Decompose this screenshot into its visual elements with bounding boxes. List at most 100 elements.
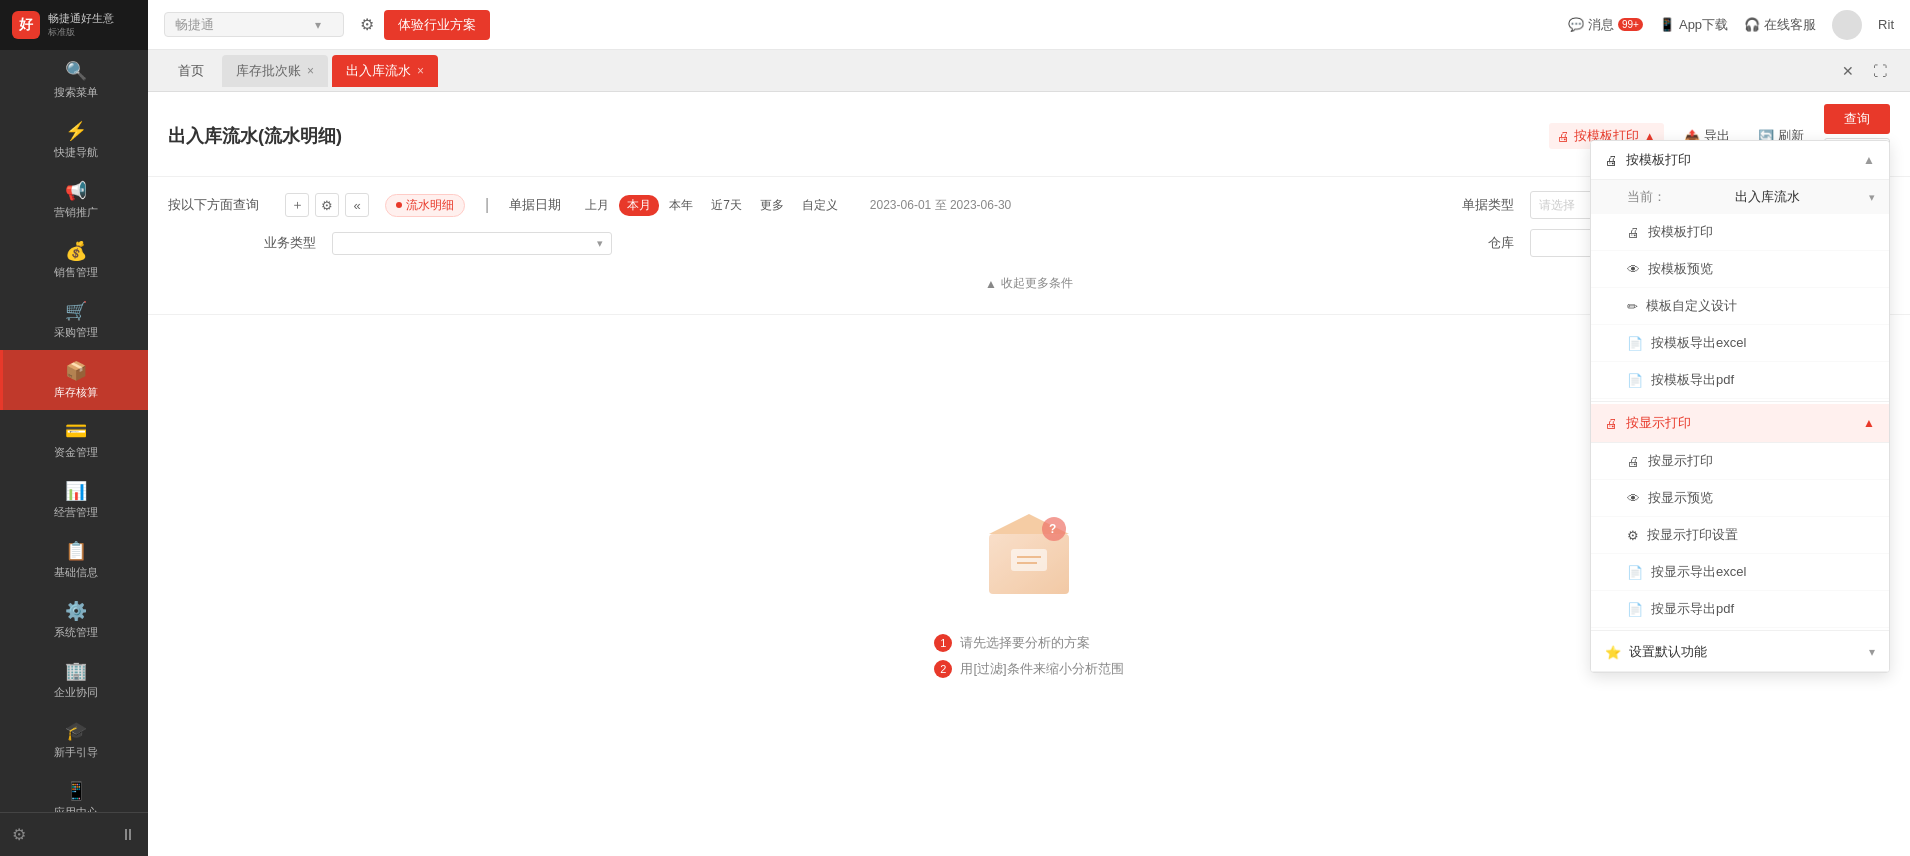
corp-icon: 🏢 — [65, 660, 87, 682]
dropdown-display-setting[interactable]: ⚙ 按显示打印设置 — [1591, 517, 1889, 554]
sidebar-item-sales[interactable]: 💰 销售管理 — [0, 230, 148, 290]
filter-actions-group: ＋ ⚙ « — [285, 193, 369, 217]
tab-flow[interactable]: 出入库流水 × — [332, 55, 438, 87]
date-tab-7days[interactable]: 近7天 — [703, 194, 750, 217]
dropdown-divider1 — [1591, 401, 1889, 402]
dropdown-template-pdf-label: 按模板导出pdf — [1651, 371, 1734, 389]
expand-window-button[interactable]: ⛶ — [1866, 57, 1894, 85]
dropdown-display-print-icon: 🖨 — [1627, 454, 1640, 469]
logo-text-group: 畅捷通好生意 标准版 — [48, 11, 114, 38]
window-controls: ✕ ⛶ — [1834, 50, 1894, 92]
tabs-bar: 首页 库存批次账 × 出入库流水 × ✕ ⛶ — [148, 50, 1910, 92]
header-search-box[interactable]: ▾ — [164, 12, 344, 37]
tab-batch-close[interactable]: × — [307, 64, 314, 78]
sidebar-item-shortcut[interactable]: ⚡ 快捷导航 — [0, 110, 148, 170]
sidebar-item-marketing[interactable]: 📢 营销推广 — [0, 170, 148, 230]
sidebar-item-inventory[interactable]: 📦 库存核算 — [0, 350, 148, 410]
filter-business-select[interactable]: ▾ — [332, 232, 612, 255]
guide-icon: 🎓 — [65, 720, 87, 742]
dropdown-template-chevron: ▲ — [1863, 153, 1875, 167]
dropdown-template-excel[interactable]: 📄 按模板导出excel — [1591, 325, 1889, 362]
top-header: ▾ ⚙ 体验行业方案 💬 消息 99+ 📱 App下载 🎧 在线客服 Rit — [148, 0, 1910, 50]
sidebar-bottom: ⚙ ⏸ — [0, 812, 148, 856]
dropdown-set-default[interactable]: ⭐ 设置默认功能 ▾ — [1591, 633, 1889, 672]
dropdown-display-section-title: 按显示打印 — [1626, 414, 1691, 432]
filter-business-label: 业务类型 — [264, 234, 316, 252]
date-tab-year[interactable]: 本年 — [661, 194, 701, 217]
date-tab-custom[interactable]: 自定义 — [794, 194, 846, 217]
search-icon: 🔍 — [65, 60, 87, 82]
dropdown-template-print[interactable]: 🖨 按模板打印 — [1591, 214, 1889, 251]
dropdown-display-excel[interactable]: 📄 按显示导出excel — [1591, 554, 1889, 591]
sidebar-label-guide: 新手引导 — [54, 745, 98, 760]
sidebar-label-app: 应用中心 — [54, 805, 98, 812]
service-icon: 🎧 — [1744, 17, 1760, 32]
shortcut-icon: ⚡ — [65, 120, 87, 142]
sidebar-item-system[interactable]: ⚙️ 系统管理 — [0, 590, 148, 650]
filter-add-button[interactable]: ＋ — [285, 193, 309, 217]
query-button[interactable]: 查询 — [1824, 104, 1890, 134]
sidebar-label-operation: 经营管理 — [54, 505, 98, 520]
service-label: 在线客服 — [1764, 16, 1816, 34]
message-label: 消息 — [1588, 16, 1614, 34]
date-filter-tabs: 上月 本月 本年 近7天 更多 自定义 — [577, 194, 846, 217]
empty-steps: 1 请先选择要分析的方案 2 用[过滤]条件来缩小分析范围 — [934, 634, 1123, 678]
sidebar-item-purchase[interactable]: 🛒 采购管理 — [0, 290, 148, 350]
tab-flow-close[interactable]: × — [417, 64, 424, 78]
dropdown-template-preview[interactable]: 👁 按模板预览 — [1591, 251, 1889, 288]
trial-button[interactable]: 体验行业方案 — [384, 10, 490, 40]
dropdown-display-section[interactable]: 🖨 按显示打印 ▲ — [1591, 404, 1889, 443]
tab-batch[interactable]: 库存批次账 × — [222, 55, 328, 87]
print-dropdown-panel: 🖨 按模板打印 ▲ 当前： 出入库流水 ▾ 🖨 按模板打印 — [1590, 140, 1890, 673]
sidebar-label-search: 搜索菜单 — [54, 85, 98, 100]
dropdown-display-print[interactable]: 🖨 按显示打印 — [1591, 443, 1889, 480]
dropdown-display-excel-label: 按显示导出excel — [1651, 563, 1746, 581]
dropdown-template-custom-icon: ✏ — [1627, 299, 1638, 314]
dropdown-template-pdf[interactable]: 📄 按模板导出pdf — [1591, 362, 1889, 399]
close-window-button[interactable]: ✕ — [1834, 57, 1862, 85]
message-item[interactable]: 💬 消息 99+ — [1568, 16, 1643, 34]
settings-bottom-icon[interactable]: ⚙ — [12, 825, 26, 844]
user-avatar[interactable] — [1832, 10, 1862, 40]
dropdown-current-arrow: ▾ — [1869, 191, 1875, 204]
svg-rect-2 — [1011, 549, 1047, 571]
service-item[interactable]: 🎧 在线客服 — [1744, 16, 1816, 34]
tab-home[interactable]: 首页 — [164, 55, 218, 87]
header-gear-icon[interactable]: ⚙ — [360, 15, 374, 34]
search-dropdown-arrow[interactable]: ▾ — [315, 18, 321, 32]
dropdown-template-custom[interactable]: ✏ 模板自定义设计 — [1591, 288, 1889, 325]
filter-settings-button[interactable]: ⚙ — [315, 193, 339, 217]
sidebar-item-search[interactable]: 🔍 搜索菜单 — [0, 50, 148, 110]
dropdown-template-section[interactable]: 🖨 按模板打印 ▲ — [1591, 141, 1889, 180]
dropdown-current-value: 出入库流水 — [1735, 188, 1800, 206]
sidebar-label-corp: 企业协同 — [54, 685, 98, 700]
date-tab-current[interactable]: 本月 — [619, 195, 659, 216]
header-right: 💬 消息 99+ 📱 App下载 🎧 在线客服 Rit — [1568, 10, 1894, 40]
dropdown-display-preview[interactable]: 👁 按显示预览 — [1591, 480, 1889, 517]
filter-warehouse-label: 仓库 — [1488, 234, 1514, 252]
filter-tag-pill[interactable]: 流水明细 — [385, 194, 465, 217]
header-search-input[interactable] — [175, 17, 315, 32]
collapse-label: 收起更多条件 — [1001, 275, 1073, 292]
user-name: Rit — [1878, 17, 1894, 32]
sidebar-item-guide[interactable]: 🎓 新手引导 — [0, 710, 148, 770]
date-tab-more[interactable]: 更多 — [752, 194, 792, 217]
dropdown-divider2 — [1591, 630, 1889, 631]
sidebar-item-operation[interactable]: 📊 经营管理 — [0, 470, 148, 530]
date-tab-prev[interactable]: 上月 — [577, 194, 617, 217]
step-num-2: 2 — [934, 660, 952, 678]
dropdown-display-preview-label: 按显示预览 — [1648, 489, 1713, 507]
dropdown-display-setting-label: 按显示打印设置 — [1647, 526, 1738, 544]
sidebar-item-basic[interactable]: 📋 基础信息 — [0, 530, 148, 590]
app-download-item[interactable]: 📱 App下载 — [1659, 16, 1728, 34]
dropdown-display-preview-icon: 👁 — [1627, 491, 1640, 506]
system-icon: ⚙️ — [65, 600, 87, 622]
sidebar-item-finance[interactable]: 💳 资金管理 — [0, 410, 148, 470]
collapse-icon[interactable]: ⏸ — [120, 826, 136, 844]
dropdown-set-default-chevron: ▾ — [1869, 645, 1875, 659]
sidebar-label-finance: 资金管理 — [54, 445, 98, 460]
dropdown-display-pdf[interactable]: 📄 按显示导出pdf — [1591, 591, 1889, 628]
sidebar-item-app[interactable]: 📱 应用中心 — [0, 770, 148, 812]
filter-collapse-button[interactable]: « — [345, 193, 369, 217]
sidebar-item-corp[interactable]: 🏢 企业协同 — [0, 650, 148, 710]
